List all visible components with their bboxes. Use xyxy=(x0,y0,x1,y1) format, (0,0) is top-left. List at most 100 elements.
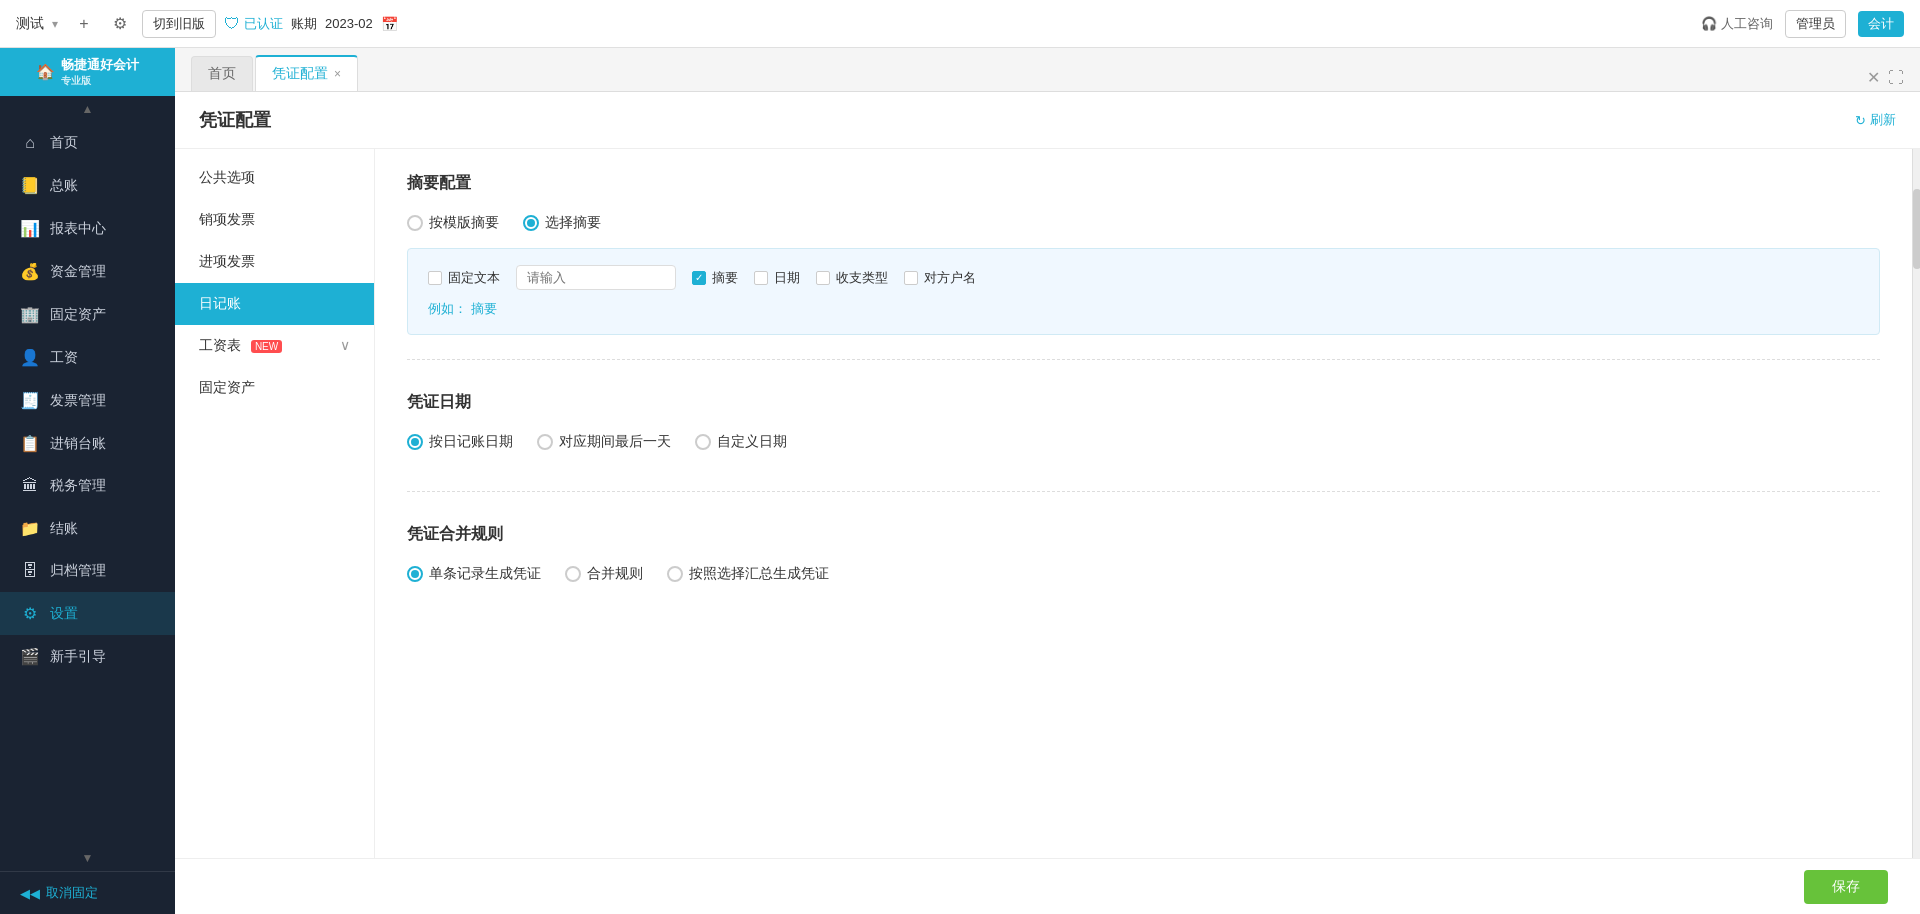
radio-journal-date[interactable]: 按日记账日期 xyxy=(407,433,513,451)
tab-home-label: 首页 xyxy=(208,65,236,83)
save-button[interactable]: 保存 xyxy=(1804,870,1888,904)
scroll-down-arrow[interactable]: ▼ xyxy=(80,849,96,867)
sidebar-item-assets[interactable]: 🏢 固定资产 xyxy=(0,293,175,336)
service-label: 人工咨询 xyxy=(1721,15,1773,33)
checkbox-summary[interactable]: 摘要 xyxy=(692,269,738,287)
date-radio-group: 按日记账日期 对应期间最后一天 自定义日期 xyxy=(407,433,1880,451)
date-title: 凭证日期 xyxy=(407,392,1880,413)
sidebar-item-wages[interactable]: 👤 工资 xyxy=(0,336,175,379)
topbar-right: 🎧 人工咨询 管理员 会计 xyxy=(1701,10,1904,38)
certified-badge: 🛡 已认证 xyxy=(224,15,283,33)
radio-custom-date[interactable]: 自定义日期 xyxy=(695,433,787,451)
left-nav-journal[interactable]: 日记账 xyxy=(175,283,374,325)
sidebar-item-home[interactable]: ⌂ 首页 xyxy=(0,122,175,164)
topbar-icons: + ⚙ xyxy=(70,10,134,38)
sidebar-item-trade[interactable]: 📋 进销台账 xyxy=(0,422,175,465)
cancel-pin-button[interactable]: ◀◀ 取消固定 xyxy=(0,871,175,914)
sidebar-label-capital: 资金管理 xyxy=(50,263,155,281)
sidebar-item-capital[interactable]: 💰 资金管理 xyxy=(0,250,175,293)
left-nav-public[interactable]: 公共选项 xyxy=(175,157,374,199)
checkbox-fixed-text[interactable]: 固定文本 xyxy=(428,269,500,287)
left-nav-public-label: 公共选项 xyxy=(199,169,255,185)
invoice-icon: 🧾 xyxy=(20,391,40,410)
settings-nav-icon: ⚙ xyxy=(20,604,40,623)
tab-close-icon[interactable]: × xyxy=(334,67,341,81)
left-nav-journal-label: 日记账 xyxy=(199,295,241,311)
sidebar-item-ledger[interactable]: 📒 总账 xyxy=(0,164,175,207)
settings-icon[interactable]: ⚙ xyxy=(106,10,134,38)
company-name: 测试 xyxy=(16,15,44,33)
checkbox-date[interactable]: 日期 xyxy=(754,269,800,287)
refresh-button[interactable]: ↻ 刷新 xyxy=(1855,111,1896,145)
fixed-text-label: 固定文本 xyxy=(448,269,500,287)
sidebar-label-guide: 新手引导 xyxy=(50,648,155,666)
period-label: 账期 xyxy=(291,15,317,33)
sidebar-label-assets: 固定资产 xyxy=(50,306,155,324)
sidebar-item-reports[interactable]: 📊 报表中心 xyxy=(0,207,175,250)
tab-home[interactable]: 首页 xyxy=(191,56,253,91)
fixed-text-input[interactable] xyxy=(516,265,676,290)
radio-select-summary-circle xyxy=(667,566,683,582)
radio-period-last[interactable]: 对应期间最后一天 xyxy=(537,433,671,451)
sidebar-item-guide[interactable]: 🎬 新手引导 xyxy=(0,635,175,678)
radio-select-summary[interactable]: 选择摘要 xyxy=(523,214,601,232)
right-scrollbar[interactable] xyxy=(1912,149,1920,858)
sidebar-label-home: 首页 xyxy=(50,134,155,152)
radio-select-summary-gen[interactable]: 按照选择汇总生成凭证 xyxy=(667,565,829,583)
summary-config-row: 固定文本 摘要 日期 xyxy=(428,265,1859,290)
tab-close-button[interactable]: ✕ xyxy=(1867,68,1880,87)
left-nav-fixed-assets[interactable]: 固定资产 xyxy=(175,367,374,409)
radio-single-record[interactable]: 单条记录生成凭证 xyxy=(407,565,541,583)
radio-template-summary[interactable]: 按模版摘要 xyxy=(407,214,499,232)
left-nav-payroll-label: 工资表 xyxy=(199,337,241,353)
sidebar-item-tax[interactable]: 🏛 税务管理 xyxy=(0,465,175,507)
sidebar-item-settings[interactable]: ⚙ 设置 xyxy=(0,592,175,635)
page-title: 凭证配置 xyxy=(199,108,271,148)
calendar-icon[interactable]: 📅 xyxy=(381,16,398,32)
left-nav-sales-invoice[interactable]: 销项发票 xyxy=(175,199,374,241)
scroll-up-arrow[interactable]: ▲ xyxy=(80,100,96,118)
cancel-pin-label: 取消固定 xyxy=(46,884,98,902)
summary-radio-group: 按模版摘要 选择摘要 xyxy=(407,214,1880,232)
sidebar-item-settle[interactable]: 📁 结账 xyxy=(0,507,175,550)
sidebar-item-invoice[interactable]: 🧾 发票管理 xyxy=(0,379,175,422)
radio-template-circle xyxy=(407,215,423,231)
radio-journal-date-circle xyxy=(407,434,423,450)
left-nav-purchase-invoice[interactable]: 进项发票 xyxy=(175,241,374,283)
checkbox-income-type[interactable]: 收支类型 xyxy=(816,269,888,287)
example-text: 例如： 摘要 xyxy=(428,300,1859,318)
left-nav-payroll[interactable]: 工资表 NEW ∨ xyxy=(175,325,374,367)
checkbox-counterparty-box xyxy=(904,271,918,285)
service-button[interactable]: 🎧 人工咨询 xyxy=(1701,15,1773,33)
right-panel: 摘要配置 按模版摘要 选择摘要 xyxy=(375,149,1912,858)
radio-merge-rules[interactable]: 合并规则 xyxy=(565,565,643,583)
tab-voucher-config[interactable]: 凭证配置 × xyxy=(255,55,358,91)
manager-button[interactable]: 管理员 xyxy=(1785,10,1846,38)
wages-icon: 👤 xyxy=(20,348,40,367)
sidebar-label-tax: 税务管理 xyxy=(50,477,155,495)
capital-icon: 💰 xyxy=(20,262,40,281)
income-type-label: 收支类型 xyxy=(836,269,888,287)
shield-icon: 🛡 xyxy=(224,15,240,33)
summary-config-box: 固定文本 摘要 日期 xyxy=(407,248,1880,335)
sidebar-item-archive[interactable]: 🗄 归档管理 xyxy=(0,550,175,592)
summary-title: 摘要配置 xyxy=(407,173,1880,194)
company-dropdown-icon[interactable]: ▾ xyxy=(52,17,58,31)
refresh-label: 刷新 xyxy=(1870,111,1896,129)
new-badge: NEW xyxy=(251,340,282,353)
headset-icon: 🎧 xyxy=(1701,16,1717,31)
accountant-button[interactable]: 会计 xyxy=(1858,11,1904,37)
checkbox-counterparty[interactable]: 对方户名 xyxy=(904,269,976,287)
switch-old-button[interactable]: 切到旧版 xyxy=(142,10,216,38)
date-check-label: 日期 xyxy=(774,269,800,287)
archive-icon: 🗄 xyxy=(20,562,40,580)
checkbox-summary-box xyxy=(692,271,706,285)
logo-icon: 🏠 xyxy=(36,63,55,81)
tab-fullscreen-button[interactable]: ⛶ xyxy=(1888,69,1904,87)
merge-section: 凭证合并规则 单条记录生成凭证 合并规则 按照选择汇总生成凭证 xyxy=(407,524,1880,623)
sidebar-label-reports: 报表中心 xyxy=(50,220,155,238)
left-nav-fixed-assets-label: 固定资产 xyxy=(199,379,255,395)
add-button[interactable]: + xyxy=(70,10,98,38)
logo-main: 畅捷通好会计 xyxy=(61,56,139,74)
tab-bar: 首页 凭证配置 × ✕ ⛶ xyxy=(175,48,1920,92)
